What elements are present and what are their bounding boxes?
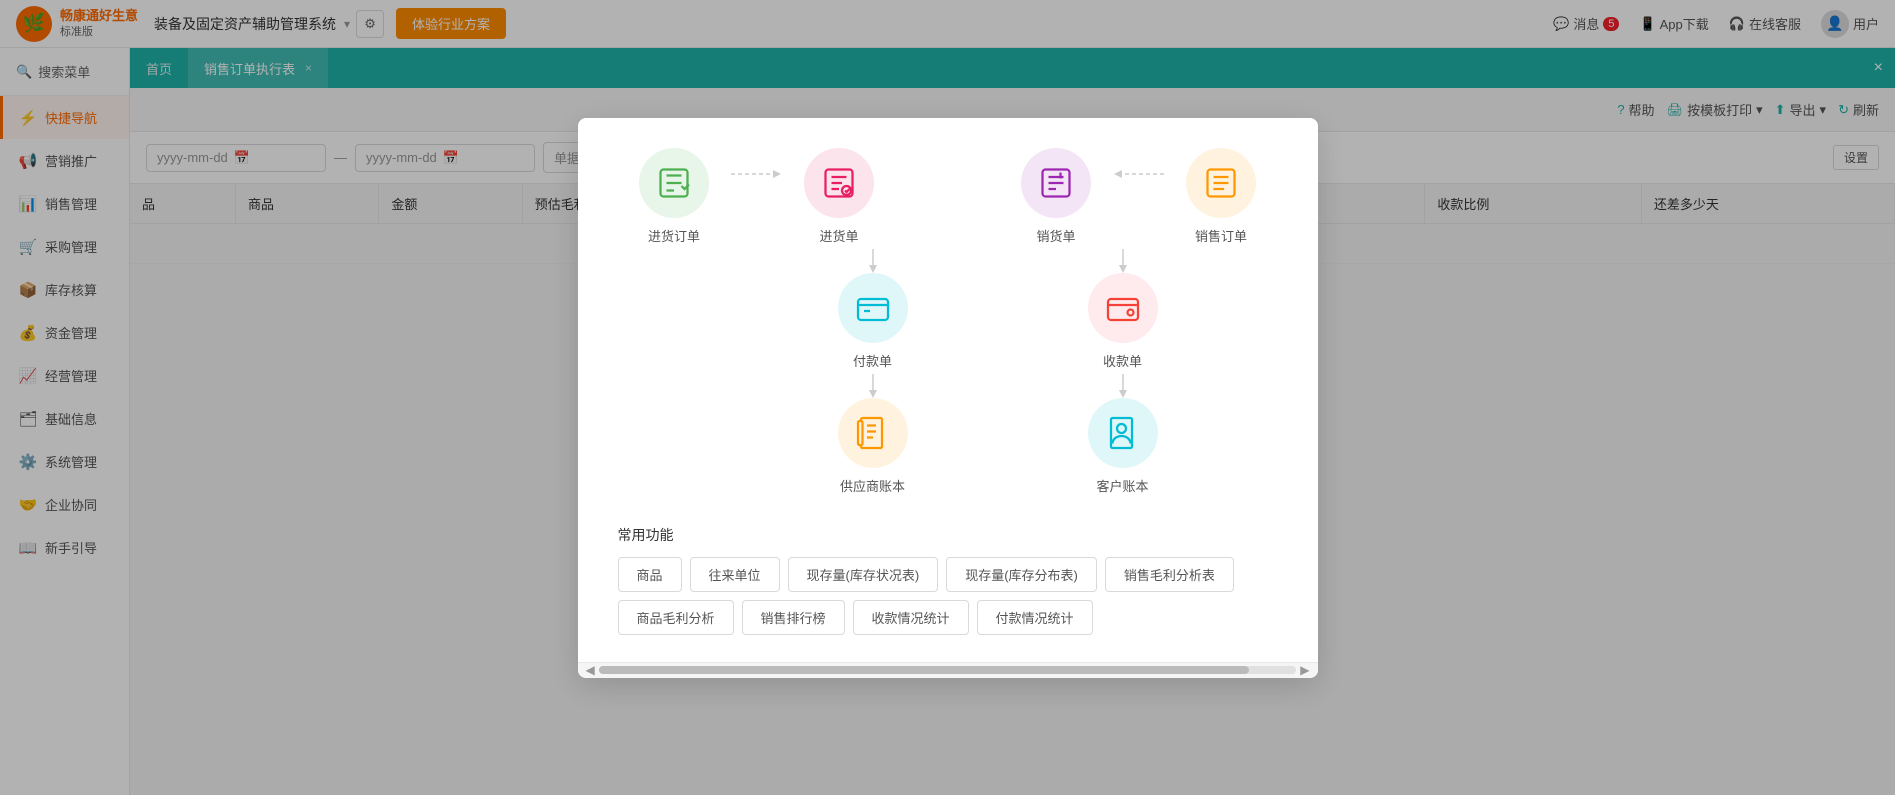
- arrow-down-payment-in: [1058, 370, 1188, 398]
- flow-node-purchase[interactable]: 进货单: [783, 148, 896, 245]
- arrow-down-sale: [1058, 245, 1188, 273]
- flow-node-purchase-order[interactable]: 进货订单: [618, 148, 731, 245]
- modal: 进货订单 进货单: [578, 118, 1318, 678]
- arrow-down-purchase: [808, 245, 938, 273]
- cf-buttons: 商品 往来单位 现存量(库存状况表) 现存量(库存分布表) 销售毛利分析表 商品…: [618, 557, 1278, 635]
- cf-btn-product-margin[interactable]: 商品毛利分析: [618, 600, 734, 635]
- sale-label: 销货单: [1037, 226, 1076, 245]
- spacer9: [938, 370, 1058, 398]
- cf-btn-receipt-stats[interactable]: 收款情况统计: [853, 600, 969, 635]
- flow-row-3: 付款单 收款单: [618, 273, 1278, 370]
- flow-node-payment-in[interactable]: 收款单: [1058, 273, 1188, 370]
- supplier-ledger-label: 供应商账本: [840, 476, 905, 495]
- modal-content: 进货订单 进货单: [578, 118, 1318, 662]
- spacer1: [618, 245, 748, 273]
- supplier-ledger-circle[interactable]: [838, 398, 908, 468]
- scrollbar-track[interactable]: [599, 666, 1297, 674]
- cf-btn-stock-status[interactable]: 现存量(库存状况表): [788, 557, 939, 592]
- arrow-po-to-p: [730, 168, 782, 180]
- modal-overlay[interactable]: 进货订单 进货单: [0, 0, 1895, 795]
- flow-diagram: 进货订单 进货单: [618, 148, 1278, 495]
- sale-circle[interactable]: [1021, 148, 1091, 218]
- spacer7: [618, 370, 748, 398]
- cf-btn-payment-stats[interactable]: 付款情况统计: [977, 600, 1093, 635]
- purchase-circle[interactable]: [804, 148, 874, 218]
- payment-in-label: 收款单: [1103, 351, 1142, 370]
- flow-node-sale-order[interactable]: 销售订单: [1165, 148, 1278, 245]
- arrow-down-payment-out: [808, 370, 938, 398]
- sale-order-label: 销售订单: [1195, 226, 1247, 245]
- cf-title: 常用功能: [618, 525, 1278, 545]
- purchase-order-circle[interactable]: [639, 148, 709, 218]
- modal-scrollbar: ◀ ▶: [578, 662, 1318, 678]
- arrow-so-to-s: [1112, 168, 1164, 180]
- purchase-label: 进货单: [819, 226, 858, 245]
- cf-btn-contacts[interactable]: 往来单位: [690, 557, 780, 592]
- flow-row-1: 进货订单 进货单: [618, 148, 1278, 245]
- flow-node-payment-out[interactable]: 付款单: [808, 273, 938, 370]
- spacer8: [748, 370, 808, 398]
- purchase-order-label: 进货订单: [648, 226, 700, 245]
- sale-order-circle[interactable]: [1186, 148, 1256, 218]
- common-functions: 常用功能 商品 往来单位 现存量(库存状况表) 现存量(库存分布表) 销售毛利分…: [618, 525, 1278, 635]
- cf-btn-sales-rank[interactable]: 销售排行榜: [742, 600, 845, 635]
- payment-out-label: 付款单: [853, 351, 892, 370]
- spacer2: [748, 245, 808, 273]
- flow-node-supplier-ledger[interactable]: 供应商账本: [808, 398, 938, 495]
- payment-out-circle[interactable]: [838, 273, 908, 343]
- customer-ledger-label: 客户账本: [1096, 476, 1148, 495]
- scrollbar-right-arrow[interactable]: ▶: [1296, 663, 1313, 677]
- scrollbar-thumb[interactable]: [599, 666, 1249, 674]
- cf-btn-sales-margin[interactable]: 销售毛利分析表: [1105, 557, 1234, 592]
- spacer3: [938, 245, 1058, 273]
- flow-row-2: [618, 245, 1278, 273]
- cf-btn-stock-dist[interactable]: 现存量(库存分布表): [946, 557, 1097, 592]
- payment-in-circle[interactable]: [1088, 273, 1158, 343]
- cf-btn-product[interactable]: 商品: [618, 557, 682, 592]
- flow-node-customer-ledger[interactable]: 客户账本: [1058, 398, 1188, 495]
- flow-row-4: [618, 370, 1278, 398]
- customer-ledger-circle[interactable]: [1088, 398, 1158, 468]
- flow-node-sale[interactable]: 销货单: [1000, 148, 1113, 245]
- scrollbar-left-arrow[interactable]: ◀: [582, 663, 599, 677]
- flow-row-5: 供应商账本 客户账本: [618, 398, 1278, 495]
